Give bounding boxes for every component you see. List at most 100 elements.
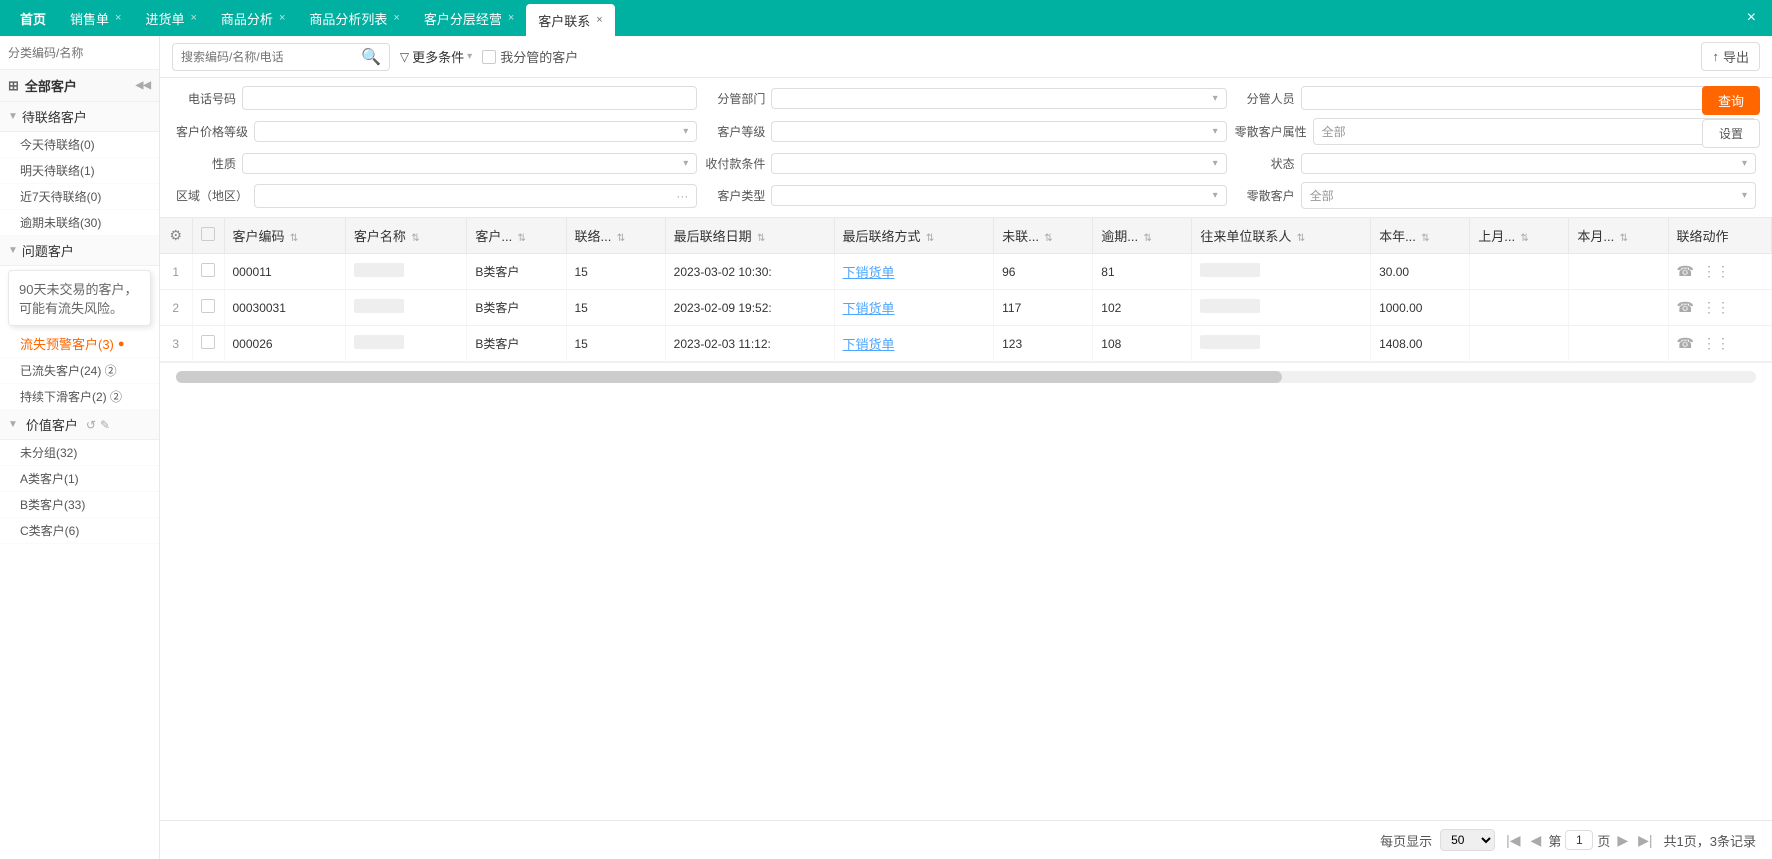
nav-tab-sales-close[interactable]: × (115, 12, 121, 24)
sidebar-section-value[interactable]: ▼ 价值客户 ↺ ✎ (0, 410, 159, 440)
filter-input-phone[interactable] (242, 86, 697, 110)
th-last-contact-date[interactable]: 最后联络日期 ⇅ (665, 218, 834, 254)
nav-tab-purchase-close[interactable]: × (190, 12, 196, 24)
filter-select-region[interactable]: ··· (254, 184, 697, 208)
sidebar-item-7days-pending[interactable]: 近7天待联络(0) (0, 184, 159, 210)
page-first-button[interactable]: |◀ (1503, 832, 1523, 849)
th-this-year[interactable]: 本年... ⇅ (1371, 218, 1470, 254)
nav-tab-analysis-close[interactable]: × (279, 12, 285, 24)
td-method-1[interactable]: 下销货单 (834, 254, 994, 290)
sidebar-item-c-class[interactable]: C类客户(6) (0, 518, 159, 544)
td-checkbox-1[interactable] (192, 254, 224, 290)
horizontal-scrollbar[interactable] (176, 371, 1756, 383)
sidebar-item-b-class[interactable]: B类客户(33) (0, 492, 159, 518)
row-checkbox-1[interactable] (201, 263, 215, 277)
horizontal-scrollbar-area[interactable] (160, 362, 1772, 391)
th-settings[interactable]: ⚙ (160, 218, 192, 254)
filter-select-retail-customer[interactable]: 全部 ▾ (1301, 182, 1756, 209)
th-last-month[interactable]: 上月... ⇅ (1470, 218, 1569, 254)
per-page-select[interactable]: 50 100 200 (1440, 829, 1495, 851)
filter-select-person[interactable]: ··· (1301, 86, 1756, 110)
filter-select-price-grade[interactable]: ▾ (254, 121, 697, 142)
sidebar-section-pending[interactable]: ▼ 待联络客户 (0, 102, 159, 132)
td-method-2[interactable]: 下销货单 (834, 290, 994, 326)
td-thisyear-1: 30.00 (1371, 254, 1470, 290)
nav-tab-home[interactable]: 首页 (8, 0, 58, 36)
nav-tab-analysis-list-close[interactable]: × (393, 12, 399, 24)
page-prev-button[interactable]: ◀ (1528, 832, 1545, 849)
settings-button[interactable]: 设置 (1702, 119, 1760, 148)
nav-tab-sales[interactable]: 销售单 × (58, 0, 133, 36)
td-checkbox-3[interactable] (192, 326, 224, 362)
nav-tab-customer-layer-close[interactable]: × (508, 12, 514, 24)
my-customer-checkbox[interactable] (482, 50, 496, 64)
page-last-button[interactable]: ▶| (1635, 832, 1655, 849)
th-overdue[interactable]: 逾期... ⇅ (1093, 218, 1192, 254)
query-button[interactable]: 查询 (1702, 86, 1760, 115)
th-contact-count[interactable]: 联络... ⇅ (566, 218, 665, 254)
action-phone-icon-2[interactable]: ☎ (1677, 299, 1694, 316)
nav-tab-analysis-list[interactable]: 商品分析列表 × (297, 0, 411, 36)
action-phone-icon-3[interactable]: ☎ (1677, 335, 1694, 352)
table-settings-icon[interactable]: ⚙ (169, 227, 182, 243)
action-more-icon-3[interactable]: ⋮⋮ (1702, 335, 1730, 352)
th-last-contact-method[interactable]: 最后联络方式 ⇅ (834, 218, 994, 254)
sidebar-item-churned[interactable]: 已流失客户(24) ② (0, 358, 159, 384)
th-customer-code[interactable]: 客户编码 ⇅ (224, 218, 345, 254)
filter-select-customer-type[interactable]: ▾ (771, 185, 1226, 206)
action-more-icon-1[interactable]: ⋮⋮ (1702, 263, 1730, 280)
action-more-icon-2[interactable]: ⋮⋮ (1702, 299, 1730, 316)
filter-select-nature[interactable]: ▾ (242, 153, 697, 174)
th-customer-name[interactable]: 客户名称 ⇅ (345, 218, 466, 254)
td-checkbox-2[interactable] (192, 290, 224, 326)
my-customer-label: 我分管的客户 (500, 47, 578, 66)
sidebar-item-churn-warning[interactable]: 流失预警客户(3) ● (0, 330, 159, 358)
filter-select-retail-attr[interactable]: 全部 ▾ (1313, 118, 1756, 145)
value-edit-icon[interactable]: ✎ (100, 418, 110, 432)
action-phone-icon-1[interactable]: ☎ (1677, 263, 1694, 280)
search-button[interactable]: 🔍 (361, 47, 381, 67)
th-this-month[interactable]: 本月... ⇅ (1569, 218, 1668, 254)
more-filters-button[interactable]: ▽ 更多条件 ▾ (400, 47, 472, 66)
nav-tab-customer-contact-close[interactable]: × (596, 14, 602, 26)
filter-select-status[interactable]: ▾ (1301, 153, 1756, 174)
horizontal-scrollbar-thumb[interactable] (176, 371, 1282, 383)
last-method-link-1[interactable]: 下销货单 (843, 265, 895, 280)
sidebar-item-tomorrow-pending[interactable]: 明天待联络(1) (0, 158, 159, 184)
filter-select-customer-grade[interactable]: ▾ (771, 121, 1226, 142)
th-not-linked[interactable]: 未联... ⇅ (994, 218, 1093, 254)
my-customer-checkbox-wrap[interactable]: 我分管的客户 (482, 47, 578, 66)
last-method-link-2[interactable]: 下销货单 (843, 301, 895, 316)
row-checkbox-3[interactable] (201, 335, 215, 349)
row-checkbox-2[interactable] (201, 299, 215, 313)
sidebar-item-a-class[interactable]: A类客户(1) (0, 466, 159, 492)
sidebar-item-today-pending[interactable]: 今天待联络(0) (0, 132, 159, 158)
nav-tab-analysis[interactable]: 商品分析 × (209, 0, 297, 36)
last-method-link-3[interactable]: 下销货单 (843, 337, 895, 352)
sidebar-all-customers-header[interactable]: ⊞ 全部客户 ◀◀ (0, 70, 159, 102)
nav-tab-customer-layer-label: 客户分层经营 (424, 9, 502, 28)
table-select-all-checkbox[interactable] (201, 227, 215, 241)
th-last-contact-method-label: 最后联络方式 (843, 229, 921, 244)
td-method-3[interactable]: 下销货单 (834, 326, 994, 362)
close-all-tabs-button[interactable]: × (1739, 9, 1764, 27)
nav-tab-customer-layer[interactable]: 客户分层经营 × (412, 0, 526, 36)
page-next-button[interactable]: ▶ (1614, 832, 1631, 849)
sidebar-section-problem[interactable]: ▼ 问题客户 (0, 236, 159, 266)
sidebar-item-declining[interactable]: 持续下滑客户(2) ② (0, 384, 159, 410)
sidebar-search-input[interactable] (8, 46, 160, 60)
filter-region-dots[interactable]: ··· (676, 189, 688, 203)
nav-tab-customer-contact[interactable]: 客户联系 × (526, 4, 614, 36)
nav-tab-purchase[interactable]: 进货单 × (133, 0, 208, 36)
th-contact-person[interactable]: 往来单位联系人 ⇅ (1192, 218, 1371, 254)
th-customer-type[interactable]: 客户... ⇅ (467, 218, 566, 254)
export-button[interactable]: ↑ 导出 (1701, 42, 1760, 71)
value-refresh-icon[interactable]: ↺ (86, 418, 96, 432)
filter-select-dept[interactable]: ▾ (771, 88, 1226, 109)
search-input[interactable] (181, 50, 361, 64)
filter-select-payment[interactable]: ▾ (771, 153, 1226, 174)
churn-warning-dot: ● (118, 338, 125, 350)
sidebar-item-ungrouped[interactable]: 未分组(32) (0, 440, 159, 466)
sidebar-item-overdue-pending[interactable]: 逾期未联络(30) (0, 210, 159, 236)
collapse-icon: ◀◀ (136, 80, 151, 91)
